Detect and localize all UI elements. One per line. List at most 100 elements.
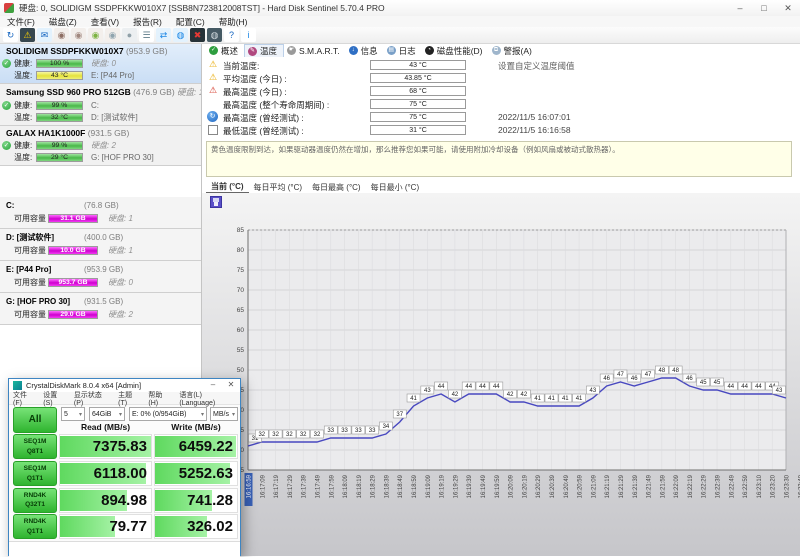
svg-text:41: 41: [534, 396, 541, 402]
svg-text:16:20:29: 16:20:29: [536, 474, 542, 498]
svg-text:32: 32: [314, 432, 321, 438]
menu-item[interactable]: 帮助(H): [212, 16, 255, 28]
cdm-menu-item[interactable]: 显示状态(P): [70, 390, 114, 407]
app-icon: [4, 3, 14, 13]
chart-tab[interactable]: 每日最高 (°C): [307, 182, 366, 193]
menu-item[interactable]: 磁盘(Z): [42, 16, 84, 28]
tab-overview[interactable]: ✓概述: [206, 44, 244, 57]
tab-info-tab[interactable]: ↓信息: [346, 44, 384, 57]
disk-size: (931.5 GB): [88, 128, 130, 138]
select-value: 64GiB: [92, 411, 111, 418]
window-title: 硬盘: 0, SOLIDIGM SSDPFKKW010X7 [SSB8N7238…: [19, 2, 385, 14]
cdm-test-button[interactable]: RND4KQ1T1: [13, 514, 57, 539]
minimize-button[interactable]: –: [728, 1, 752, 16]
svg-text:44: 44: [438, 384, 445, 390]
sync-icon[interactable]: ⇄: [156, 28, 171, 42]
network-icon[interactable]: ◍: [173, 28, 188, 42]
toolbar: ↻⚠✉◉◉◉◉●☰⇄◍✖◍?i: [0, 27, 800, 44]
tab-smart[interactable]: ☛S.M.A.R.T.: [284, 44, 346, 57]
disk-entry[interactable]: SOLIDIGM SSDPFKKW010X7 (953.9 GB)✓健康:100…: [0, 44, 201, 84]
svg-text:16:21:49: 16:21:49: [647, 474, 653, 498]
target-drive-select[interactable]: E: 0% (0/954GiB)▾: [129, 407, 207, 421]
partition-disk-number: 硬盘: 1: [108, 213, 133, 224]
cdm-result-value: 6459.22: [154, 435, 233, 459]
health-label: 健康:: [14, 100, 36, 111]
cdm-result-value: 894.98: [59, 489, 147, 513]
detect-disk-icon-1[interactable]: ◉: [54, 28, 69, 42]
cdm-menu-item[interactable]: 文件(F): [9, 390, 39, 407]
refresh-icon[interactable]: ↻: [3, 28, 18, 42]
partition-size: (931.5 GB): [84, 297, 123, 306]
cdm-result-value: 79.77: [59, 515, 147, 539]
temperature-timestamp: 2022/11/5 16:07:01: [498, 112, 571, 122]
detect-disk-icon-4[interactable]: ◉: [105, 28, 120, 42]
cdm-test-button[interactable]: RND4KQ32T1: [13, 488, 57, 513]
temp-bar: 43 °C: [36, 71, 83, 80]
chart-tab[interactable]: 每日平均 (°C): [249, 182, 308, 193]
partition-entry[interactable]: D: [测试软件](400.0 GB)可用容量10.0 GB硬盘: 1: [0, 229, 201, 261]
cdm-menu-item[interactable]: 帮助(H): [144, 390, 175, 407]
disk-entry[interactable]: Samsung SSD 960 PRO 512GB (476.9 GB) 硬盘:…: [0, 84, 201, 126]
svg-text:50: 50: [237, 367, 245, 374]
health-bar: 99 %: [36, 101, 83, 110]
cdm-test-button[interactable]: SEQ1MQ8T1: [13, 434, 57, 459]
svg-text:60: 60: [237, 327, 245, 334]
cdm-menu-item[interactable]: 语言(L)(Language): [175, 390, 240, 407]
maximize-button[interactable]: □: [752, 1, 776, 16]
tab-alerts[interactable]: ⧉警报(A): [489, 44, 538, 57]
all-tests-button[interactable]: All: [13, 407, 57, 433]
menu-item[interactable]: 文件(F): [0, 16, 42, 28]
log-list-icon[interactable]: ☰: [139, 28, 154, 42]
test-count-select[interactable]: 5▾: [61, 407, 85, 421]
menu-item[interactable]: 报告(R): [126, 16, 169, 28]
cdm-result-value: 5252.63: [154, 462, 233, 486]
partition-entry[interactable]: E: [P44 Pro](953.9 GB)可用容量953.7 GB硬盘: 0: [0, 261, 201, 293]
cdm-menu-item[interactable]: 主题(T): [114, 390, 144, 407]
svg-text:70: 70: [237, 287, 245, 294]
detect-disk-icon-2[interactable]: ◉: [71, 28, 86, 42]
svg-text:16:19:39: 16:19:39: [467, 474, 473, 498]
disk-entry[interactable]: GALAX HA1K1000F (931.5 GB)✓健康:99 %硬盘: 2温…: [0, 126, 201, 166]
test-size-select[interactable]: 64GiB▾: [89, 407, 125, 421]
tab-label: 磁盘性能(D): [437, 45, 483, 57]
svg-text:16:22:49: 16:22:49: [729, 474, 735, 498]
alert-shield-icon[interactable]: ⚠: [20, 28, 35, 42]
help-icon[interactable]: ?: [224, 28, 239, 42]
tab-performance[interactable]: ◔磁盘性能(D): [422, 44, 489, 57]
health-check-icon: ✓: [2, 59, 11, 68]
svg-text:16:19:59: 16:19:59: [495, 474, 501, 498]
cdm-menu-item[interactable]: 设置(S): [39, 390, 70, 407]
remote-monitor-icon[interactable]: ✖: [190, 28, 205, 42]
partition-entry[interactable]: G: [HOF PRO 30](931.5 GB)可用容量29.0 GB硬盘: …: [0, 293, 201, 325]
temperature-row-label: 最低温度 (曾经测试) :: [223, 125, 304, 137]
detect-disk-icon-3[interactable]: ◉: [88, 28, 103, 42]
partition-avail-row: 可用容量31.1 GB硬盘: 1: [0, 212, 201, 225]
svg-text:16:17:59: 16:17:59: [329, 474, 335, 498]
surface-test-icon[interactable]: ●: [122, 28, 137, 42]
cdm-menu-bar: 文件(F)设置(S)显示状态(P)主题(T)帮助(H)语言(L)(Languag…: [9, 392, 240, 405]
tab-log-tab[interactable]: ▤日志: [384, 44, 422, 57]
report-mail-icon[interactable]: ✉: [37, 28, 52, 42]
chart-tab[interactable]: 当前 (°C): [206, 181, 249, 193]
partition-entry[interactable]: C:(76.8 GB)可用容量31.1 GB硬盘: 1: [0, 197, 201, 229]
menu-item[interactable]: 查看(V): [84, 16, 126, 28]
svg-text:16:17:39: 16:17:39: [302, 474, 308, 498]
svg-text:32: 32: [272, 432, 279, 438]
overview-icon: ✓: [209, 46, 218, 55]
unit-select[interactable]: MB/s▾: [210, 407, 238, 421]
close-button[interactable]: ✕: [776, 1, 800, 16]
temp-extra: G: [HOF PRO 30]: [91, 153, 154, 162]
menu-item[interactable]: 配置(C): [169, 16, 212, 28]
disk-size: (476.9 GB): [133, 87, 175, 97]
avail-label: 可用容量: [14, 245, 48, 256]
tab-temperature[interactable]: ✎温度: [244, 44, 284, 57]
performance-icon: ◔: [425, 46, 434, 55]
chart-tab[interactable]: 每日最小 (°C): [366, 182, 425, 193]
set-custom-threshold-link[interactable]: 设置自定义温度阈值: [498, 60, 575, 72]
svg-text:32: 32: [300, 432, 307, 438]
temperature-checkbox[interactable]: [208, 125, 218, 135]
cdm-test-button[interactable]: SEQ1MQ1T1: [13, 461, 57, 486]
info-icon[interactable]: i: [241, 28, 256, 42]
history-icon: ↻: [207, 111, 218, 122]
www-icon[interactable]: ◍: [207, 28, 222, 42]
